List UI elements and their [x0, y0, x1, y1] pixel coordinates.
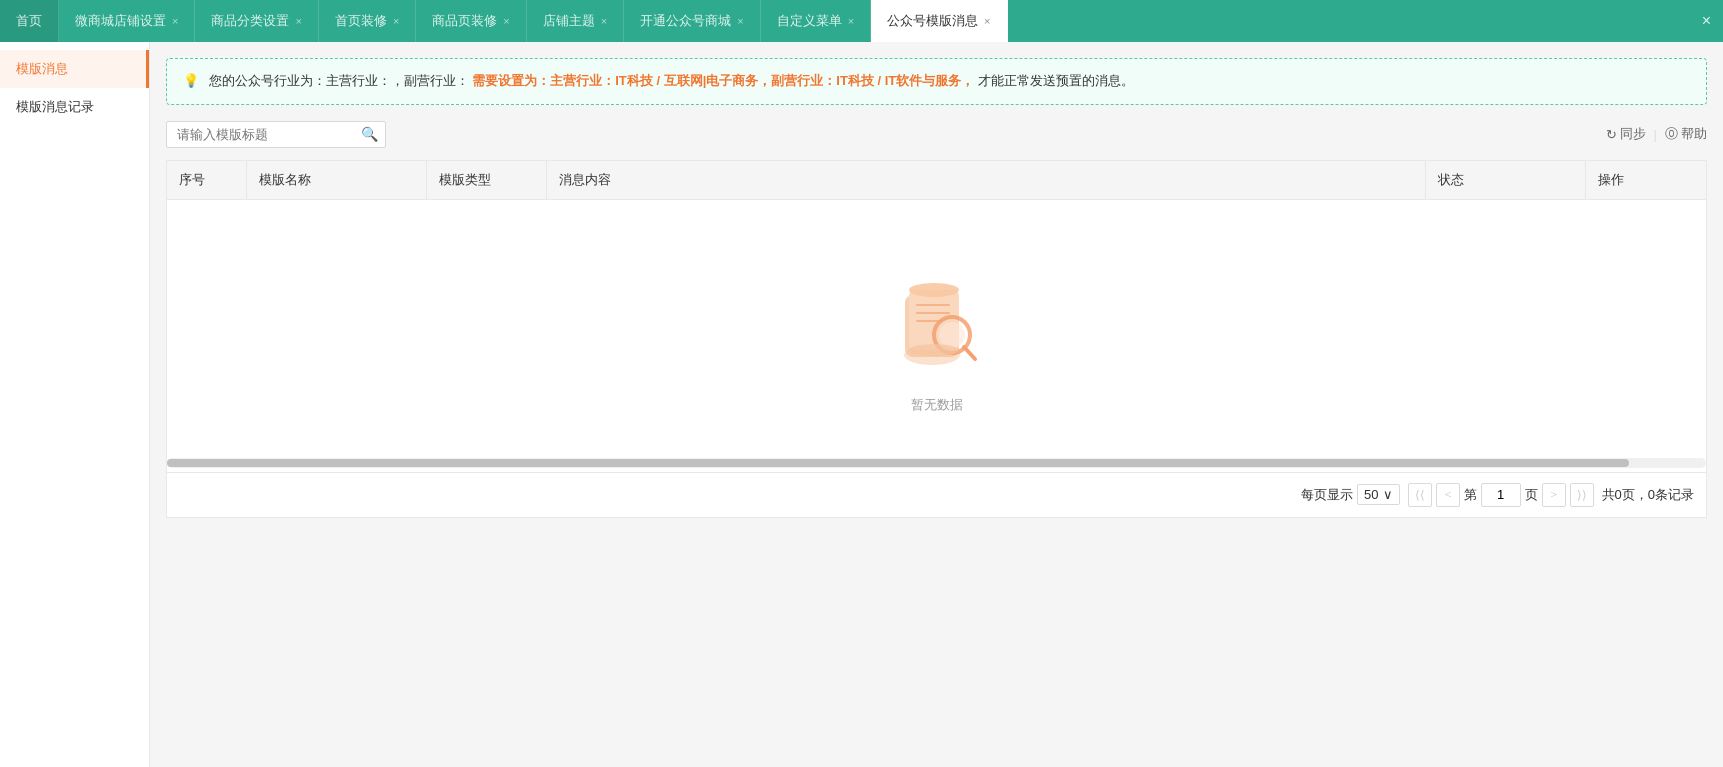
notice-suffix: 才能正常发送预置的消息。 — [978, 73, 1134, 88]
content-area: 💡 您的公众号行业为：主营行业：，副营行业： 需要设置为：主营行业：IT科技 /… — [150, 42, 1723, 767]
col-action: 操作 — [1586, 161, 1706, 199]
total-info: 共0页，0条记录 — [1602, 486, 1694, 504]
notice-highlight: 需要设置为：主营行业：IT科技 / 互联网|电子商务，副营行业：IT科技 / I… — [472, 73, 974, 88]
scrollbar-thumb — [167, 459, 1629, 467]
page-nav: ⟨⟨ ＜ 第 页 ＞ ⟩⟩ — [1408, 483, 1594, 507]
close-tab-custom-menu[interactable]: × — [848, 15, 854, 27]
close-tab-shop-settings[interactable]: × — [172, 15, 178, 27]
search-icon[interactable]: 🔍 — [361, 126, 378, 142]
search-input-wrapper: 🔍 — [166, 121, 386, 148]
search-bar: 🔍 ↻ 同步 | ⓪ 帮助 — [166, 121, 1707, 148]
sidebar-item-template-records[interactable]: 模版消息记录 — [0, 88, 149, 126]
next-page-button[interactable]: ＞ — [1542, 483, 1566, 507]
search-left: 🔍 — [166, 121, 386, 148]
close-tab-home-decoration[interactable]: × — [393, 15, 399, 27]
col-type: 模版类型 — [427, 161, 547, 199]
sidebar-item-template-message[interactable]: 模版消息 — [0, 50, 149, 88]
tab-open-wechat-mall[interactable]: 开通公众号商城 × — [624, 0, 760, 42]
page-input[interactable] — [1481, 483, 1521, 507]
tab-home[interactable]: 首页 — [0, 0, 59, 42]
search-input[interactable] — [166, 121, 386, 148]
horizontal-scrollbar[interactable] — [167, 458, 1706, 468]
tab-category-settings[interactable]: 商品分类设置 × — [195, 0, 318, 42]
col-content: 消息内容 — [547, 161, 1426, 199]
tab-shop-settings[interactable]: 微商城店铺设置 × — [59, 0, 195, 42]
sidebar: 模版消息 模版消息记录 — [0, 42, 150, 767]
col-status: 状态 — [1426, 161, 1586, 199]
empty-state: 暂无数据 — [167, 200, 1706, 454]
divider: | — [1654, 127, 1657, 142]
sync-icon: ↻ — [1606, 127, 1617, 142]
chevron-down-icon: ∨ — [1383, 487, 1393, 502]
tab-shop-theme[interactable]: 店铺主题 × — [527, 0, 624, 42]
help-icon: ⓪ — [1665, 125, 1678, 143]
notice-icon: 💡 — [183, 73, 199, 88]
svg-point-6 — [909, 283, 959, 297]
prev-page-button[interactable]: ＜ — [1436, 483, 1460, 507]
table-header: 序号 模版名称 模版类型 消息内容 状态 操作 — [167, 161, 1706, 200]
close-tab-open-wechat-mall[interactable]: × — [737, 15, 743, 27]
help-label: 帮助 — [1681, 125, 1707, 143]
col-index: 序号 — [167, 161, 247, 199]
notice-banner: 💡 您的公众号行业为：主营行业：，副营行业： 需要设置为：主营行业：IT科技 /… — [166, 58, 1707, 105]
search-right: ↻ 同步 | ⓪ 帮助 — [1606, 125, 1707, 143]
empty-text: 暂无数据 — [911, 396, 963, 414]
close-tab-product-decoration[interactable]: × — [503, 15, 509, 27]
tab-template-message[interactable]: 公众号模版消息 × — [871, 0, 1007, 42]
empty-icon — [877, 260, 997, 380]
page-unit: 页 — [1525, 486, 1538, 504]
tab-home-decoration[interactable]: 首页装修 × — [319, 0, 416, 42]
global-close-button[interactable]: × — [1702, 12, 1711, 30]
tab-custom-menu[interactable]: 自定义菜单 × — [761, 0, 871, 42]
first-page-button[interactable]: ⟨⟨ — [1408, 483, 1432, 507]
per-page-label: 每页显示 — [1301, 486, 1353, 504]
col-name: 模版名称 — [247, 161, 427, 199]
table-container: 序号 模版名称 模版类型 消息内容 状态 操作 — [166, 160, 1707, 518]
per-page-select[interactable]: 50 ∨ — [1357, 484, 1399, 505]
svg-line-9 — [964, 347, 975, 359]
tab-bar: 首页 微商城店铺设置 × 商品分类设置 × 首页装修 × 商品页装修 × 店铺主… — [0, 0, 1723, 42]
page-size-select: 每页显示 50 ∨ — [1301, 484, 1399, 505]
notice-prefix: 您的公众号行业为：主营行业：，副营行业： — [209, 73, 469, 88]
per-page-value: 50 — [1364, 487, 1378, 502]
last-page-button[interactable]: ⟩⟩ — [1570, 483, 1594, 507]
svg-point-8 — [939, 322, 965, 348]
tab-product-decoration[interactable]: 商品页装修 × — [416, 0, 526, 42]
help-button[interactable]: ⓪ 帮助 — [1665, 125, 1707, 143]
sync-label: 同步 — [1620, 125, 1646, 143]
close-tab-template-message[interactable]: × — [984, 15, 990, 27]
svg-point-10 — [909, 344, 959, 356]
pagination: 每页显示 50 ∨ ⟨⟨ ＜ 第 页 ＞ ⟩⟩ 共0页，0条记录 — [167, 472, 1706, 517]
main-layout: 模版消息 模版消息记录 💡 您的公众号行业为：主营行业：，副营行业： 需要设置为… — [0, 42, 1723, 767]
sync-button[interactable]: ↻ 同步 — [1606, 125, 1646, 143]
close-tab-category-settings[interactable]: × — [295, 15, 301, 27]
page-label: 第 — [1464, 486, 1477, 504]
close-tab-shop-theme[interactable]: × — [601, 15, 607, 27]
